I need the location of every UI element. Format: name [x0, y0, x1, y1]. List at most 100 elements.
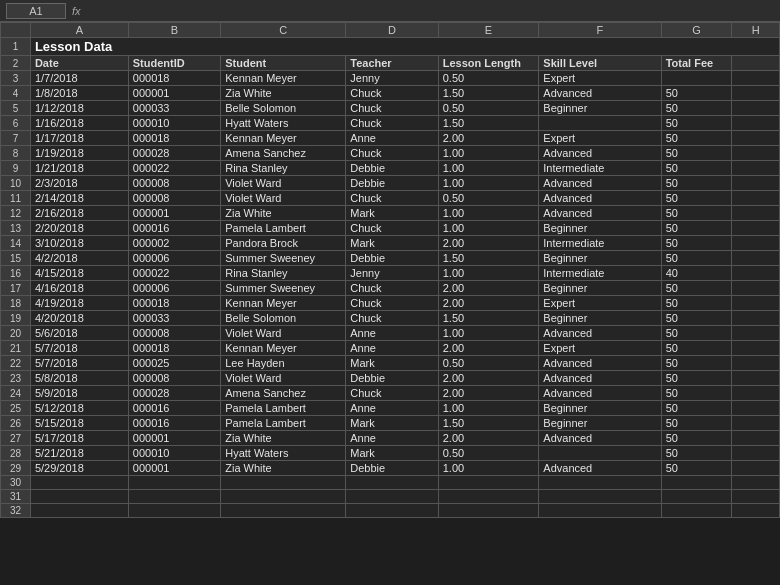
col-header-F[interactable]: F	[539, 23, 661, 38]
cell-12-E[interactable]: 1.00	[438, 206, 539, 221]
cell-25-B[interactable]: 000016	[128, 401, 220, 416]
cell-3-G[interactable]	[661, 71, 732, 86]
cell-27-E[interactable]: 2.00	[438, 431, 539, 446]
cell-4-C[interactable]: Zia White	[221, 86, 346, 101]
cell-31-C[interactable]	[221, 490, 346, 504]
cell-31-D[interactable]	[346, 490, 438, 504]
cell-13-A[interactable]: 2/20/2018	[30, 221, 128, 236]
cell-20-C[interactable]: Violet Ward	[221, 326, 346, 341]
cell-9-E[interactable]: 1.00	[438, 161, 539, 176]
cell-18-F[interactable]: Expert	[539, 296, 661, 311]
cell-30-B[interactable]	[128, 476, 220, 490]
cell-26-B[interactable]: 000016	[128, 416, 220, 431]
cell-19-H[interactable]	[732, 311, 780, 326]
cell-31-E[interactable]	[438, 490, 539, 504]
cell-26-F[interactable]: Beginner	[539, 416, 661, 431]
cell-29-A[interactable]: 5/29/2018	[30, 461, 128, 476]
cell-12-H[interactable]	[732, 206, 780, 221]
cell-28-G[interactable]: 50	[661, 446, 732, 461]
cell-6-D[interactable]: Chuck	[346, 116, 438, 131]
cell-7-A[interactable]: 1/17/2018	[30, 131, 128, 146]
cell-30-E[interactable]	[438, 476, 539, 490]
cell-7-B[interactable]: 000018	[128, 131, 220, 146]
cell-21-F[interactable]: Expert	[539, 341, 661, 356]
cell-16-B[interactable]: 000022	[128, 266, 220, 281]
cell-26-E[interactable]: 1.50	[438, 416, 539, 431]
cell-6-G[interactable]: 50	[661, 116, 732, 131]
cell-9-H[interactable]	[732, 161, 780, 176]
cell-25-A[interactable]: 5/12/2018	[30, 401, 128, 416]
cell-13-B[interactable]: 000016	[128, 221, 220, 236]
cell-2-A[interactable]: Date	[30, 56, 128, 71]
cell-8-D[interactable]: Chuck	[346, 146, 438, 161]
cell-14-C[interactable]: Pandora Brock	[221, 236, 346, 251]
cell-10-B[interactable]: 000008	[128, 176, 220, 191]
cell-17-F[interactable]: Beginner	[539, 281, 661, 296]
cell-21-A[interactable]: 5/7/2018	[30, 341, 128, 356]
cell-13-E[interactable]: 1.00	[438, 221, 539, 236]
cell-27-F[interactable]: Advanced	[539, 431, 661, 446]
cell-7-D[interactable]: Anne	[346, 131, 438, 146]
cell-8-B[interactable]: 000028	[128, 146, 220, 161]
cell-5-C[interactable]: Belle Solomon	[221, 101, 346, 116]
cell-15-D[interactable]: Debbie	[346, 251, 438, 266]
cell-13-G[interactable]: 50	[661, 221, 732, 236]
cell-25-H[interactable]	[732, 401, 780, 416]
col-header-G[interactable]: G	[661, 23, 732, 38]
cell-4-B[interactable]: 000001	[128, 86, 220, 101]
cell-22-D[interactable]: Mark	[346, 356, 438, 371]
cell-27-G[interactable]: 50	[661, 431, 732, 446]
cell-32-E[interactable]	[438, 504, 539, 518]
cell-32-H[interactable]	[732, 504, 780, 518]
cell-23-A[interactable]: 5/8/2018	[30, 371, 128, 386]
cell-17-A[interactable]: 4/16/2018	[30, 281, 128, 296]
cell-4-H[interactable]	[732, 86, 780, 101]
cell-24-C[interactable]: Amena Sanchez	[221, 386, 346, 401]
cell-5-D[interactable]: Chuck	[346, 101, 438, 116]
cell-26-D[interactable]: Mark	[346, 416, 438, 431]
cell-28-F[interactable]	[539, 446, 661, 461]
cell-7-C[interactable]: Kennan Meyer	[221, 131, 346, 146]
cell-3-F[interactable]: Expert	[539, 71, 661, 86]
cell-2-C[interactable]: Student	[221, 56, 346, 71]
cell-29-B[interactable]: 000001	[128, 461, 220, 476]
cell-3-C[interactable]: Kennan Meyer	[221, 71, 346, 86]
cell-32-F[interactable]	[539, 504, 661, 518]
col-header-E[interactable]: E	[438, 23, 539, 38]
cell-23-D[interactable]: Debbie	[346, 371, 438, 386]
cell-18-D[interactable]: Chuck	[346, 296, 438, 311]
cell-21-C[interactable]: Kennan Meyer	[221, 341, 346, 356]
cell-24-H[interactable]	[732, 386, 780, 401]
cell-14-E[interactable]: 2.00	[438, 236, 539, 251]
cell-23-E[interactable]: 2.00	[438, 371, 539, 386]
cell-11-H[interactable]	[732, 191, 780, 206]
cell-22-G[interactable]: 50	[661, 356, 732, 371]
cell-5-F[interactable]: Beginner	[539, 101, 661, 116]
cell-3-B[interactable]: 000018	[128, 71, 220, 86]
cell-7-H[interactable]	[732, 131, 780, 146]
cell-4-A[interactable]: 1/8/2018	[30, 86, 128, 101]
cell-18-G[interactable]: 50	[661, 296, 732, 311]
cell-12-C[interactable]: Zia White	[221, 206, 346, 221]
cell-29-H[interactable]	[732, 461, 780, 476]
cell-18-E[interactable]: 2.00	[438, 296, 539, 311]
cell-9-A[interactable]: 1/21/2018	[30, 161, 128, 176]
cell-32-G[interactable]	[661, 504, 732, 518]
cell-17-H[interactable]	[732, 281, 780, 296]
cell-29-F[interactable]: Advanced	[539, 461, 661, 476]
cell-7-F[interactable]: Expert	[539, 131, 661, 146]
cell-8-F[interactable]: Advanced	[539, 146, 661, 161]
cell-5-B[interactable]: 000033	[128, 101, 220, 116]
col-header-H[interactable]: H	[732, 23, 780, 38]
cell-21-B[interactable]: 000018	[128, 341, 220, 356]
cell-28-E[interactable]: 0.50	[438, 446, 539, 461]
cell-19-F[interactable]: Beginner	[539, 311, 661, 326]
cell-19-B[interactable]: 000033	[128, 311, 220, 326]
cell-2-F[interactable]: Skill Level	[539, 56, 661, 71]
cell-13-C[interactable]: Pamela Lambert	[221, 221, 346, 236]
cell-2-G[interactable]: Total Fee	[661, 56, 732, 71]
col-header-B[interactable]: B	[128, 23, 220, 38]
cell-26-G[interactable]: 50	[661, 416, 732, 431]
cell-16-F[interactable]: Intermediate	[539, 266, 661, 281]
cell-18-C[interactable]: Kennan Meyer	[221, 296, 346, 311]
